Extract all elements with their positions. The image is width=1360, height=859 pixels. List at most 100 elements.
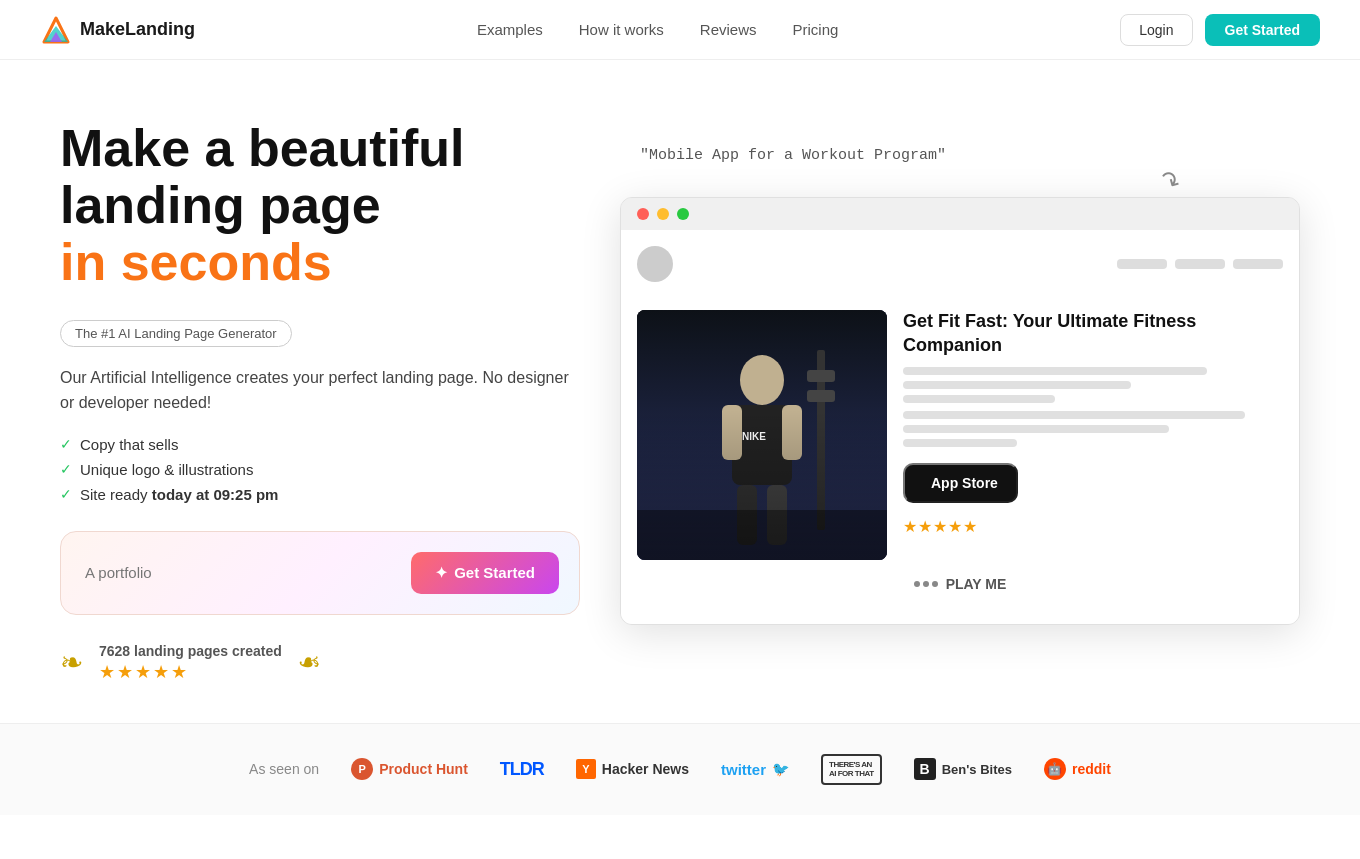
play-me-label: PLAY ME bbox=[946, 576, 1007, 592]
fitness-img-placeholder: NIKE bbox=[637, 310, 887, 560]
app-store-label: App Store bbox=[931, 475, 998, 491]
svg-rect-9 bbox=[732, 405, 792, 485]
svg-rect-11 bbox=[782, 405, 802, 460]
check-icon-3: ✓ bbox=[60, 486, 72, 502]
fitness-image: NIKE bbox=[637, 310, 887, 560]
stats-area: ❧ 7628 landing pages created ★★★★★ ❧ bbox=[60, 643, 580, 683]
theresai-text: THERE'S ANAI FOR THAT bbox=[829, 760, 874, 779]
logo-link[interactable]: MakeLanding bbox=[40, 14, 195, 46]
site-info: Get Fit Fast: Your Ultimate Fitness Comp… bbox=[903, 310, 1283, 560]
input-area: ✦ Get Started bbox=[60, 531, 580, 615]
svg-text:NIKE: NIKE bbox=[742, 431, 766, 442]
hacker-news-logo: Y Hacker News bbox=[576, 759, 689, 779]
ph-icon: P bbox=[351, 758, 373, 780]
twitter-text: twitter bbox=[721, 761, 766, 778]
text-line-6 bbox=[903, 439, 1017, 447]
twitter-logo: twitter 🐦 bbox=[721, 761, 789, 778]
feature-2: ✓ Unique logo & illustrations bbox=[60, 461, 580, 478]
laurel-right: ❧ bbox=[298, 646, 321, 679]
twitter-bird-icon: 🐦 bbox=[772, 761, 789, 777]
site-header bbox=[637, 246, 1283, 294]
text-lines bbox=[903, 367, 1283, 447]
handwriting-label: "Mobile App for a Workout Program" bbox=[640, 147, 946, 164]
hero-badge: The #1 AI Landing Page Generator bbox=[60, 320, 292, 347]
nav-bar-1 bbox=[1117, 259, 1167, 269]
reddit-icon: 🤖 bbox=[1044, 758, 1066, 780]
site-title: Get Fit Fast: Your Ultimate Fitness Comp… bbox=[903, 310, 1283, 357]
check-icon-2: ✓ bbox=[60, 461, 72, 477]
hero-title: Make a beautiful landing page in seconds bbox=[60, 120, 580, 292]
browser-window: NIKE Get Fit Fast: Your Ultimate Fitness… bbox=[620, 197, 1300, 625]
get-started-button[interactable]: ✦ Get Started bbox=[411, 552, 559, 594]
check-icon-1: ✓ bbox=[60, 436, 72, 452]
svg-rect-12 bbox=[737, 485, 757, 545]
hero-right: "Mobile App for a Workout Program" ↷ bbox=[620, 177, 1300, 625]
text-line-3 bbox=[903, 395, 1055, 403]
svg-rect-7 bbox=[807, 390, 835, 402]
traffic-light-red bbox=[637, 208, 649, 220]
nav-bar-3 bbox=[1233, 259, 1283, 269]
nav-actions: Login Get Started bbox=[1120, 14, 1320, 46]
rating-stars: ★★★★★ bbox=[903, 517, 1283, 536]
tldr-logo: TLDR bbox=[500, 759, 544, 780]
stats-stars: ★★★★★ bbox=[99, 661, 282, 683]
svg-rect-4 bbox=[637, 310, 887, 560]
nav-examples[interactable]: Examples bbox=[477, 21, 543, 38]
bens-text: Ben's Bites bbox=[942, 762, 1012, 777]
nav-how-it-works[interactable]: How it works bbox=[579, 21, 664, 38]
spinner-icon bbox=[914, 581, 938, 587]
hero-description: Our Artificial Intelligence creates your… bbox=[60, 365, 580, 416]
browser-content: NIKE Get Fit Fast: Your Ultimate Fitness… bbox=[621, 230, 1299, 624]
text-line-1 bbox=[903, 367, 1207, 375]
hn-text: Hacker News bbox=[602, 761, 689, 777]
browser-toolbar bbox=[621, 198, 1299, 230]
laurel-left: ❧ bbox=[60, 646, 83, 679]
traffic-light-green bbox=[677, 208, 689, 220]
hero-title-line2: in seconds bbox=[60, 234, 580, 291]
svg-rect-10 bbox=[722, 405, 742, 460]
site-logo-placeholder bbox=[637, 246, 673, 282]
get-started-label: Get Started bbox=[454, 564, 535, 581]
sparkle-icon: ✦ bbox=[435, 564, 448, 582]
nav-bar-2 bbox=[1175, 259, 1225, 269]
hn-icon: Y bbox=[576, 759, 596, 779]
bens-bites-logo: B Ben's Bites bbox=[914, 758, 1012, 780]
reddit-logo: 🤖 reddit bbox=[1044, 758, 1111, 780]
app-store-button[interactable]: App Store bbox=[903, 463, 1018, 503]
feature-1: ✓ Copy that sells bbox=[60, 436, 580, 453]
nav-links: Examples How it works Reviews Pricing bbox=[477, 21, 838, 38]
svg-rect-15 bbox=[637, 510, 887, 560]
ph-text: Product Hunt bbox=[379, 761, 468, 777]
logo-text: MakeLanding bbox=[80, 19, 195, 40]
text-line-4 bbox=[903, 411, 1245, 419]
svg-rect-13 bbox=[767, 485, 787, 545]
tldr-text: TLDR bbox=[500, 759, 544, 780]
stats-text: 7628 landing pages created bbox=[99, 643, 282, 659]
arrow-icon: ↷ bbox=[1154, 164, 1185, 198]
text-line-2 bbox=[903, 381, 1131, 389]
hero-left: Make a beautiful landing page in seconds… bbox=[60, 120, 580, 683]
hero-title-line1: Make a beautiful landing page bbox=[60, 119, 465, 234]
input-row: ✦ Get Started bbox=[81, 552, 559, 594]
get-started-nav-button[interactable]: Get Started bbox=[1205, 14, 1320, 46]
as-seen-label: As seen on bbox=[249, 761, 319, 777]
stats-info: 7628 landing pages created ★★★★★ bbox=[99, 643, 282, 683]
nav-pricing[interactable]: Pricing bbox=[792, 21, 838, 38]
theresai-logo: THERE'S ANAI FOR THAT bbox=[821, 754, 882, 785]
site-nav-placeholder bbox=[1117, 259, 1283, 269]
product-hunt-logo: P Product Hunt bbox=[351, 758, 468, 780]
login-button[interactable]: Login bbox=[1120, 14, 1192, 46]
logo-icon bbox=[40, 14, 72, 46]
svg-rect-6 bbox=[807, 370, 835, 382]
play-me-area[interactable]: PLAY ME bbox=[637, 560, 1283, 608]
site-body: NIKE Get Fit Fast: Your Ultimate Fitness… bbox=[637, 310, 1283, 560]
reddit-text: reddit bbox=[1072, 761, 1111, 777]
hero-section: Make a beautiful landing page in seconds… bbox=[0, 60, 1360, 723]
traffic-light-yellow bbox=[657, 208, 669, 220]
feature-3: ✓ Site ready today at 09:25 pm bbox=[60, 486, 580, 503]
as-seen-on: As seen on P Product Hunt TLDR Y Hacker … bbox=[0, 723, 1360, 815]
hero-input[interactable] bbox=[81, 556, 401, 589]
svg-point-8 bbox=[740, 355, 784, 405]
nav-reviews[interactable]: Reviews bbox=[700, 21, 757, 38]
navbar: MakeLanding Examples How it works Review… bbox=[0, 0, 1360, 60]
